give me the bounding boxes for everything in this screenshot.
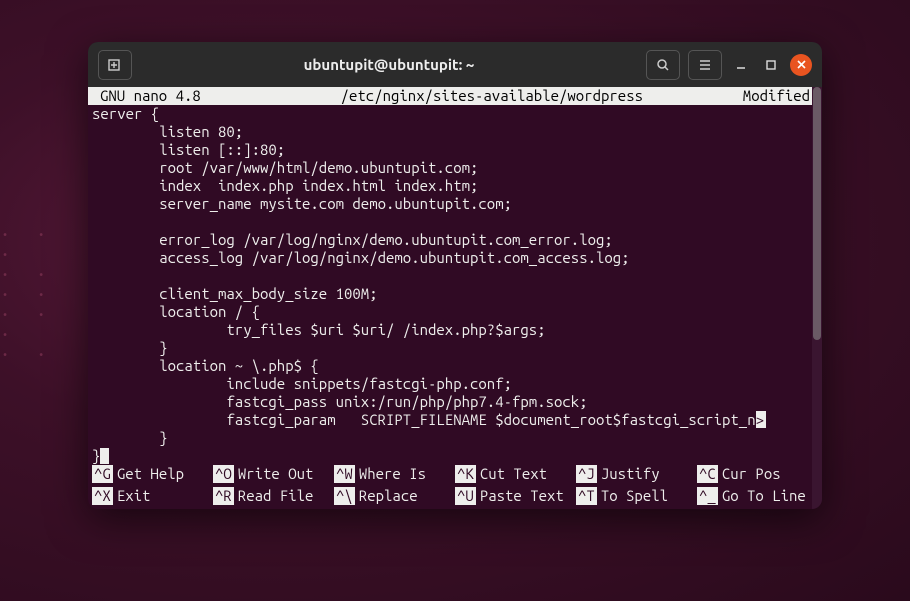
shortcut-item: ^\Replace bbox=[334, 487, 455, 505]
shortcut-item: ^WWhere Is bbox=[334, 465, 455, 483]
shortcut-label: Where Is bbox=[359, 465, 426, 483]
shortcut-item: ^CCur Pos bbox=[697, 465, 818, 483]
shortcut-item: ^RRead File bbox=[213, 487, 334, 505]
search-button[interactable] bbox=[646, 50, 680, 80]
shortcut-bar-row2: ^XExit^RRead File^\Replace^UPaste Text^T… bbox=[88, 487, 822, 509]
shortcut-label: Read File bbox=[238, 487, 314, 505]
shortcut-key: ^R bbox=[213, 487, 234, 505]
shortcut-item: ^_Go To Line bbox=[697, 487, 818, 505]
window-title: ubuntupit@ubuntupit: ~ bbox=[140, 56, 638, 73]
shortcut-key: ^_ bbox=[697, 487, 718, 505]
shortcut-label: Exit bbox=[117, 487, 151, 505]
shortcut-bar-row1: ^GGet Help^OWrite Out^WWhere Is^KCut Tex… bbox=[88, 465, 822, 487]
shortcut-label: Go To Line bbox=[722, 487, 806, 505]
shortcut-item: ^KCut Text bbox=[455, 465, 576, 483]
shortcut-key: ^J bbox=[576, 465, 597, 483]
desktop-background-pattern: . . .. . . .. . .. . bbox=[0, 220, 80, 340]
shortcut-label: Replace bbox=[359, 487, 418, 505]
shortcut-key: ^K bbox=[455, 465, 476, 483]
shortcut-key: ^G bbox=[92, 465, 113, 483]
nano-app-name: GNU nano 4.8 bbox=[88, 87, 201, 105]
nano-file-path: /etc/nginx/sites-available/wordpress bbox=[201, 87, 743, 105]
shortcut-item: ^GGet Help bbox=[92, 465, 213, 483]
minimize-button[interactable] bbox=[730, 54, 752, 76]
nano-status: Modified bbox=[743, 87, 822, 105]
shortcut-item: ^XExit bbox=[92, 487, 213, 505]
shortcut-label: Paste Text bbox=[480, 487, 564, 505]
maximize-button[interactable] bbox=[760, 54, 782, 76]
shortcut-item: ^OWrite Out bbox=[213, 465, 334, 483]
close-button[interactable] bbox=[790, 54, 812, 76]
shortcut-key: ^O bbox=[213, 465, 234, 483]
shortcut-key: ^T bbox=[576, 487, 597, 505]
shortcut-label: Write Out bbox=[238, 465, 314, 483]
titlebar: ubuntupit@ubuntupit: ~ bbox=[88, 42, 822, 87]
shortcut-label: Cut Text bbox=[480, 465, 547, 483]
scrollbar-thumb[interactable] bbox=[813, 87, 821, 340]
shortcut-item: ^TTo Spell bbox=[576, 487, 697, 505]
nano-header: GNU nano 4.8 /etc/nginx/sites-available/… bbox=[88, 87, 822, 105]
shortcut-label: Justify bbox=[601, 465, 660, 483]
shortcut-key: ^U bbox=[455, 487, 476, 505]
shortcut-key: ^\ bbox=[334, 487, 355, 505]
shortcut-label: Cur Pos bbox=[722, 465, 781, 483]
shortcut-label: To Spell bbox=[601, 487, 668, 505]
terminal-body[interactable]: GNU nano 4.8 /etc/nginx/sites-available/… bbox=[88, 87, 822, 509]
new-tab-button[interactable] bbox=[98, 50, 132, 80]
shortcut-item: ^JJustify bbox=[576, 465, 697, 483]
terminal-window: ubuntupit@ubuntupit: ~ GNU nano 4.8 /etc bbox=[88, 42, 822, 509]
shortcut-key: ^X bbox=[92, 487, 113, 505]
menu-button[interactable] bbox=[688, 50, 722, 80]
shortcut-label: Get Help bbox=[117, 465, 184, 483]
editor-content[interactable]: server { listen 80; listen [::]:80; root… bbox=[88, 105, 822, 465]
shortcut-item: ^UPaste Text bbox=[455, 487, 576, 505]
shortcut-key: ^C bbox=[697, 465, 718, 483]
scrollbar[interactable] bbox=[812, 87, 822, 509]
shortcut-key: ^W bbox=[334, 465, 355, 483]
